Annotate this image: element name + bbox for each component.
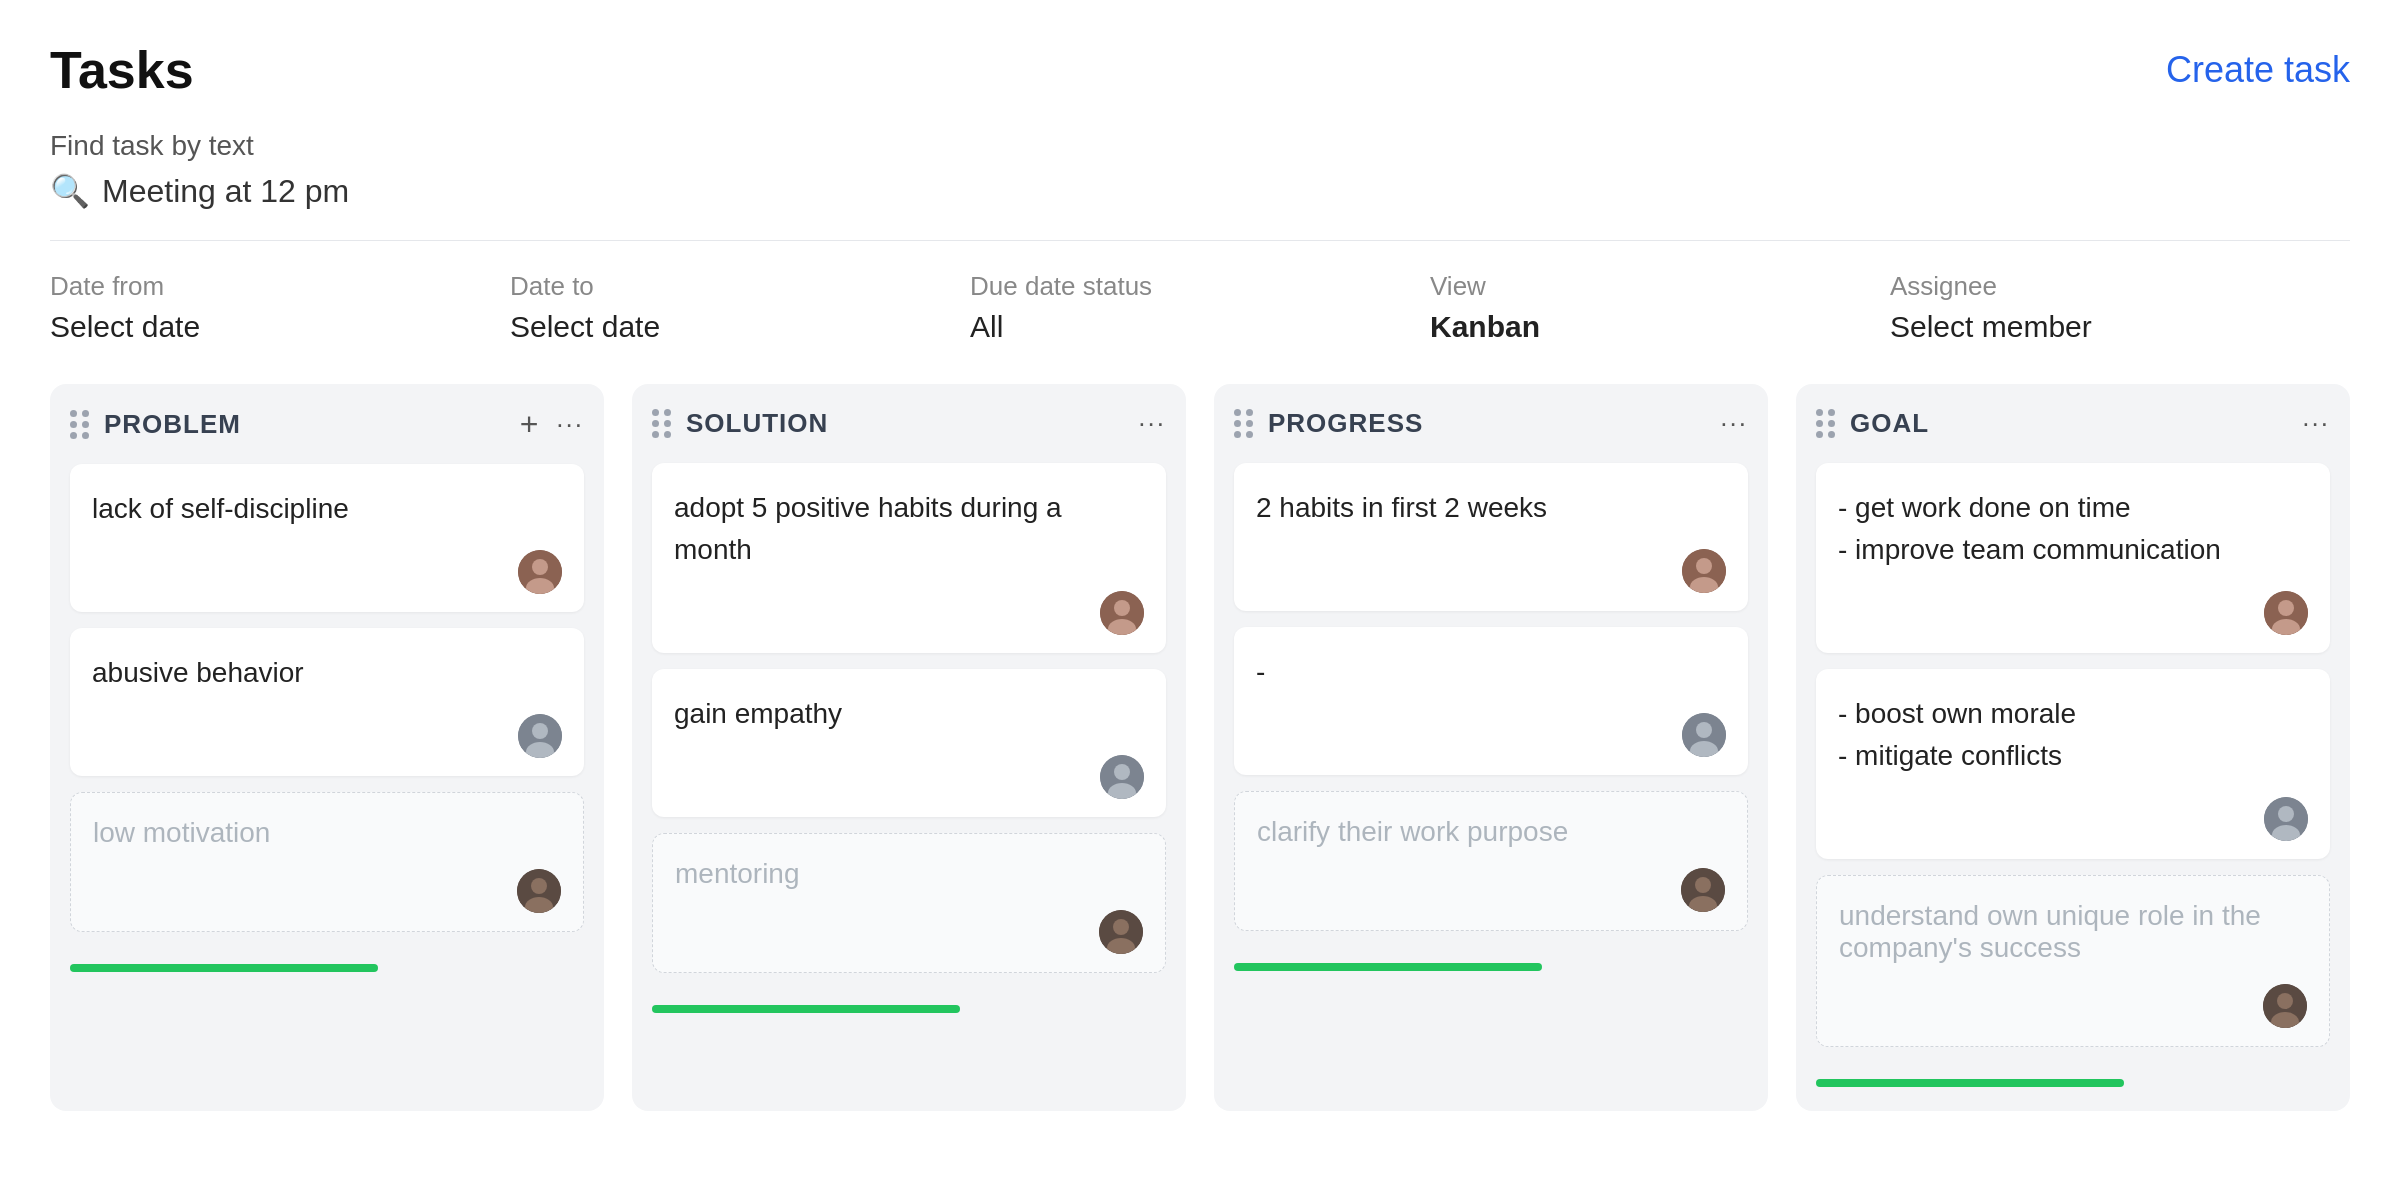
task-card[interactable]: adopt 5 positive habits during a month [652, 463, 1166, 653]
avatar [518, 550, 562, 594]
svg-point-31 [2278, 806, 2294, 822]
filter-due-date-status-value[interactable]: All [970, 310, 1430, 344]
column-problem-header: PROBLEM + ··· [70, 408, 584, 440]
column-goal-title: GOAL [1850, 408, 1929, 439]
scroll-indicator [1816, 1079, 2124, 1087]
filter-due-date-status: Due date status All [970, 271, 1430, 344]
search-label: Find task by text [50, 130, 2350, 162]
avatar-ghost [1681, 868, 1725, 912]
scroll-indicator [652, 1005, 960, 1013]
avatar [1682, 713, 1726, 757]
drag-handle-solution[interactable] [652, 409, 672, 438]
scroll-indicator [1234, 963, 1542, 971]
task-card[interactable]: - [1234, 627, 1748, 775]
more-options-problem-button[interactable]: ··· [556, 409, 584, 440]
column-goal: GOAL ··· - get work done on time- improv… [1796, 384, 2350, 1111]
column-goal-header: GOAL ··· [1816, 408, 2330, 439]
ghost-card-text: understand own unique role in the compan… [1839, 900, 2307, 964]
avatar [518, 714, 562, 758]
svg-point-10 [1114, 600, 1130, 616]
search-section: Find task by text 🔍 [50, 130, 2350, 210]
column-progress-title: PROGRESS [1268, 408, 1423, 439]
task-card-text: abusive behavior [92, 652, 562, 694]
filter-date-to-label: Date to [510, 271, 970, 302]
more-options-progress-button[interactable]: ··· [1720, 408, 1748, 439]
column-problem: PROBLEM + ··· lack of self-discipline [50, 384, 604, 1111]
ghost-card-text: clarify their work purpose [1257, 816, 1725, 848]
svg-point-22 [1696, 722, 1712, 738]
svg-point-34 [2277, 993, 2293, 1009]
filter-assignee-label: Assignee [1890, 271, 2350, 302]
task-card-text: lack of self-discipline [92, 488, 562, 530]
filter-assignee-value[interactable]: Select member [1890, 310, 2350, 344]
drag-handle-problem[interactable] [70, 410, 90, 439]
search-input[interactable] [102, 173, 702, 210]
more-options-goal-button[interactable]: ··· [2302, 408, 2330, 439]
ghost-card-text: low motivation [93, 817, 561, 849]
column-progress: PROGRESS ··· 2 habits in first 2 weeks [1214, 384, 1768, 1111]
ghost-card: clarify their work purpose [1234, 791, 1748, 931]
svg-point-28 [2278, 600, 2294, 616]
more-options-solution-button[interactable]: ··· [1138, 408, 1166, 439]
avatar-ghost [517, 869, 561, 913]
divider [50, 240, 2350, 241]
page-header: Tasks Create task [50, 40, 2350, 100]
svg-point-13 [1114, 764, 1130, 780]
task-card-text: gain empathy [674, 693, 1144, 735]
filter-view-label: View [1430, 271, 1890, 302]
drag-handle-progress[interactable] [1234, 409, 1254, 438]
task-card[interactable]: - boost own morale- mitigate conflicts [1816, 669, 2330, 859]
filters-row: Date from Select date Date to Select dat… [50, 261, 2350, 344]
column-solution-title: SOLUTION [686, 408, 828, 439]
add-card-problem-button[interactable]: + [520, 408, 539, 440]
svg-point-25 [1695, 877, 1711, 893]
svg-point-7 [531, 878, 547, 894]
ghost-card: understand own unique role in the compan… [1816, 875, 2330, 1047]
task-card-text: 2 habits in first 2 weeks [1256, 487, 1726, 529]
create-task-button[interactable]: Create task [2166, 49, 2350, 91]
ghost-card-text: mentoring [675, 858, 1143, 890]
task-card[interactable]: - get work done on time- improve team co… [1816, 463, 2330, 653]
filter-due-date-status-label: Due date status [970, 271, 1430, 302]
svg-point-16 [1113, 919, 1129, 935]
avatar [2264, 591, 2308, 635]
svg-point-19 [1696, 558, 1712, 574]
drag-handle-goal[interactable] [1816, 409, 1836, 438]
task-card-text: adopt 5 positive habits during a month [674, 487, 1144, 571]
avatar [1100, 755, 1144, 799]
filter-date-to: Date to Select date [510, 271, 970, 344]
task-card-text: - [1256, 651, 1726, 693]
filter-view-value[interactable]: Kanban [1430, 310, 1890, 344]
svg-point-1 [532, 559, 548, 575]
task-card-text: - get work done on time- improve team co… [1838, 487, 2308, 571]
filter-assignee: Assignee Select member [1890, 271, 2350, 344]
column-progress-header: PROGRESS ··· [1234, 408, 1748, 439]
search-icon: 🔍 [50, 172, 90, 210]
task-card[interactable]: gain empathy [652, 669, 1166, 817]
scroll-indicator [70, 964, 378, 972]
task-card-text: - boost own morale- mitigate conflicts [1838, 693, 2308, 777]
kanban-board: PROBLEM + ··· lack of self-discipline [50, 384, 2350, 1111]
page-title: Tasks [50, 40, 194, 100]
filter-date-from: Date from Select date [50, 271, 510, 344]
avatar [1100, 591, 1144, 635]
avatar-ghost [2263, 984, 2307, 1028]
ghost-card: mentoring [652, 833, 1166, 973]
column-solution-header: SOLUTION ··· [652, 408, 1166, 439]
avatar [1682, 549, 1726, 593]
task-card[interactable]: abusive behavior [70, 628, 584, 776]
svg-point-4 [532, 723, 548, 739]
filter-date-to-value[interactable]: Select date [510, 310, 970, 344]
task-card[interactable]: lack of self-discipline [70, 464, 584, 612]
avatar [2264, 797, 2308, 841]
column-problem-title: PROBLEM [104, 409, 241, 440]
avatar-ghost [1099, 910, 1143, 954]
column-solution: SOLUTION ··· adopt 5 positive habits dur… [632, 384, 1186, 1111]
task-card[interactable]: 2 habits in first 2 weeks [1234, 463, 1748, 611]
ghost-card: low motivation [70, 792, 584, 932]
filter-date-from-value[interactable]: Select date [50, 310, 510, 344]
filter-date-from-label: Date from [50, 271, 510, 302]
filter-view: View Kanban [1430, 271, 1890, 344]
